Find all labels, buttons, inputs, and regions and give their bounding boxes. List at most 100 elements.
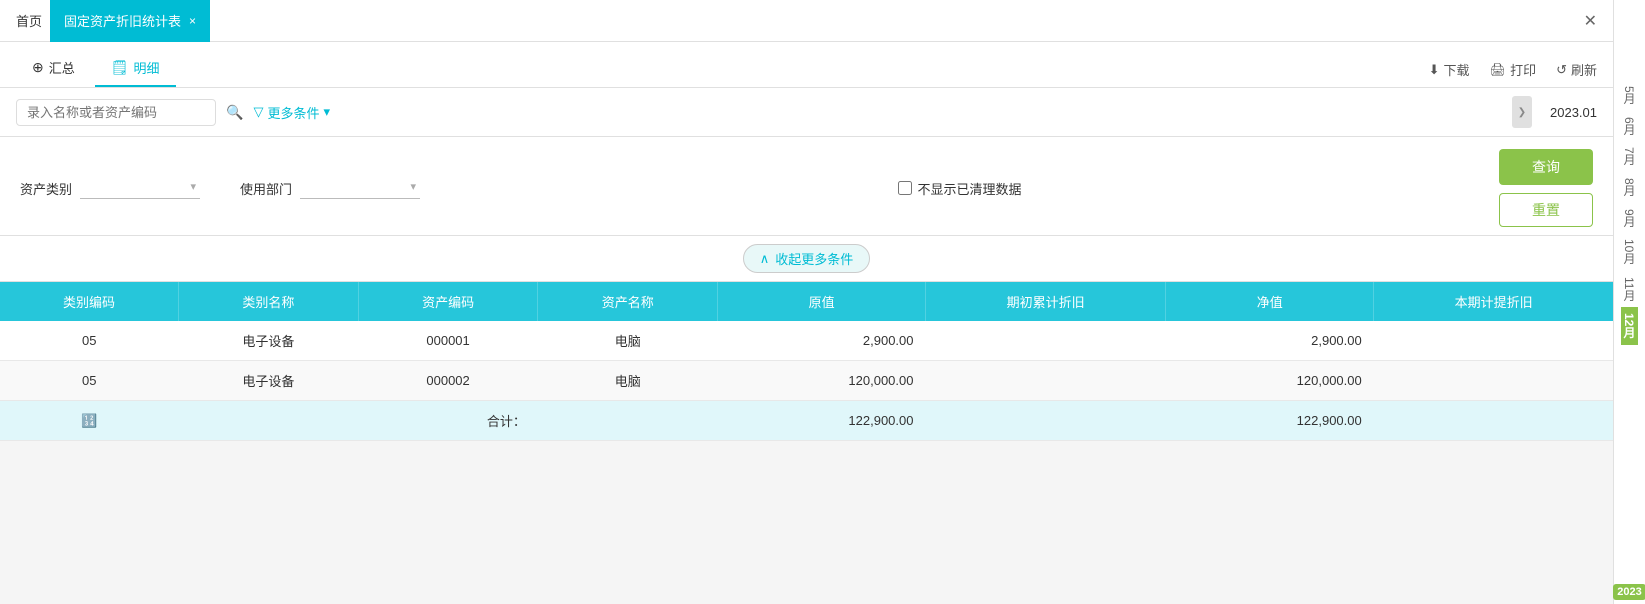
search-bar: 🔍 ▽ 更多条件 ▾ ❯ 2023.01	[0, 88, 1613, 137]
collapse-btn[interactable]: ∧ 收起更多条件	[743, 244, 871, 273]
table-header-row: 类别编码 类别名称 资产编码 资产名称 原值 期初累计折旧 净值 本期计提折旧	[0, 282, 1613, 321]
detail-icon: 🗒	[111, 59, 129, 76]
cell-accum-depr	[926, 361, 1166, 401]
sidebar-month[interactable]: 9月	[1621, 203, 1638, 234]
dept-select[interactable]	[300, 177, 420, 199]
tab-label: 固定资产折旧统计表	[64, 11, 181, 30]
download-btn[interactable]: ⬇ 下载	[1429, 60, 1470, 79]
print-icon: 🖨	[1490, 62, 1507, 78]
table-total-row: 🔢 合计： 122,900.00 122,900.00	[0, 401, 1613, 441]
asset-type-label: 资产类别	[20, 179, 72, 198]
summary-icon: ⊕	[32, 59, 44, 76]
total-net-value: 122,900.00	[1166, 401, 1374, 441]
cell-asset-code: 000002	[358, 361, 538, 401]
cell-net-value: 120,000.00	[1166, 361, 1374, 401]
sidebar-toggle-btn[interactable]: ❯	[1512, 96, 1532, 128]
total-accum-depr	[926, 401, 1166, 441]
sidebar-month[interactable]: 6月	[1621, 111, 1638, 142]
col-header-original: 原值	[718, 282, 926, 321]
window-close-btn[interactable]: ✕	[1584, 11, 1597, 31]
cell-current-depr	[1374, 361, 1613, 401]
dept-select-wrapper[interactable]	[300, 177, 420, 199]
cell-accum-depr	[926, 321, 1166, 361]
search-icon[interactable]: 🔍	[226, 104, 243, 121]
col-header-asset-code: 资产编码	[358, 282, 538, 321]
dept-label: 使用部门	[240, 179, 292, 198]
filter-row: 资产类别 使用部门 不显示已清理数据	[20, 149, 1593, 227]
col-header-code: 类别编码	[0, 282, 179, 321]
refresh-label: 刷新	[1571, 60, 1597, 79]
sidebar-month[interactable]: 11月	[1621, 271, 1638, 307]
print-btn[interactable]: 🖨 打印	[1490, 60, 1537, 79]
cell-category: 电子设备	[179, 361, 359, 401]
sidebar-month[interactable]: 12月	[1621, 307, 1638, 344]
no-cleared-group: 不显示已清理数据	[898, 179, 1022, 198]
tab-detail[interactable]: 🗒 明细	[95, 49, 176, 87]
top-nav: 首页 固定资产折旧统计表 × ✕	[0, 0, 1613, 42]
col-header-accum-depr: 期初累计折旧	[926, 282, 1166, 321]
total-icon-cell: 🔢	[0, 401, 179, 441]
table-row: 05 电子设备 000001 电脑 2,900.00 2,900.00	[0, 321, 1613, 361]
query-btn[interactable]: 查询	[1499, 149, 1593, 185]
cell-asset-name: 电脑	[538, 361, 718, 401]
no-cleared-label: 不显示已清理数据	[918, 179, 1022, 198]
year-badge[interactable]: 2023	[1613, 584, 1645, 600]
sidebar-month[interactable]: 7月	[1621, 141, 1638, 172]
download-label: 下载	[1444, 60, 1470, 79]
cell-asset-name: 电脑	[538, 321, 718, 361]
asset-type-select-wrapper[interactable]	[80, 177, 200, 199]
total-current-depr	[1374, 401, 1613, 441]
reset-btn[interactable]: 重置	[1499, 193, 1593, 227]
toolbar-actions: ⬇ 下载 🖨 打印 ↺ 刷新	[1429, 60, 1597, 87]
collapse-label: 收起更多条件	[775, 249, 853, 268]
search-input[interactable]	[16, 99, 216, 126]
cell-asset-code: 000001	[358, 321, 538, 361]
print-label: 打印	[1510, 60, 1536, 79]
cell-original: 2,900.00	[718, 321, 926, 361]
total-label: 合计：	[179, 401, 538, 441]
col-header-asset-name: 资产名称	[538, 282, 718, 321]
sub-tab-bar: ⊕ 汇总 🗒 明细 ⬇ 下载 🖨 打印 ↺ 刷新	[0, 42, 1613, 88]
col-header-net-value: 净值	[1166, 282, 1374, 321]
cell-original: 120,000.00	[718, 361, 926, 401]
cell-category: 电子设备	[179, 321, 359, 361]
data-table: 类别编码 类别名称 资产编码 资产名称 原值 期初累计折旧 净值 本期计提折旧 …	[0, 282, 1613, 441]
sidebar-month[interactable]: 5月	[1621, 80, 1638, 111]
no-cleared-checkbox[interactable]	[898, 181, 912, 195]
cell-code: 05	[0, 321, 179, 361]
table-row: 05 电子设备 000002 电脑 120,000.00 120,000.00	[0, 361, 1613, 401]
tab-close-btn[interactable]: ×	[189, 14, 196, 28]
cell-current-depr	[1374, 321, 1613, 361]
more-filter-label: 更多条件	[267, 103, 319, 122]
collapse-bar: ∧ 收起更多条件	[0, 236, 1613, 282]
more-filter-btn[interactable]: ▽ 更多条件 ▾	[253, 103, 330, 122]
chevron-right-icon: ❯	[1518, 107, 1526, 118]
refresh-icon: ↺	[1556, 62, 1567, 78]
total-original: 122,900.00	[718, 401, 926, 441]
refresh-btn[interactable]: ↺ 刷新	[1556, 60, 1597, 79]
filter-btn-group: 查询 重置	[1499, 149, 1593, 227]
sidebar-month[interactable]: 10月	[1621, 233, 1638, 270]
date-label: 2023.01	[1550, 105, 1597, 120]
col-header-category: 类别名称	[179, 282, 359, 321]
cell-code: 05	[0, 361, 179, 401]
dept-field: 使用部门	[240, 177, 420, 199]
home-nav[interactable]: 首页	[16, 11, 42, 30]
filter-panel: 资产类别 使用部门 不显示已清理数据	[0, 137, 1613, 236]
total-asset-name	[538, 401, 718, 441]
filter-icon: ▽	[253, 104, 263, 120]
download-icon: ⬇	[1429, 62, 1440, 78]
asset-type-field: 资产类别	[20, 177, 200, 199]
asset-type-select[interactable]	[80, 177, 200, 199]
data-table-container: 类别编码 类别名称 资产编码 资产名称 原值 期初累计折旧 净值 本期计提折旧 …	[0, 282, 1613, 441]
collapse-icon: ∧	[760, 251, 770, 267]
sidebar-month[interactable]: 8月	[1621, 172, 1638, 203]
more-filter-chevron: ▾	[323, 104, 330, 120]
cell-net-value: 2,900.00	[1166, 321, 1374, 361]
tab-summary-label: 汇总	[49, 58, 75, 77]
tab-detail-label: 明细	[134, 58, 160, 77]
col-header-current-depr: 本期计提折旧	[1374, 282, 1613, 321]
tab-summary[interactable]: ⊕ 汇总	[16, 49, 91, 87]
active-tab[interactable]: 固定资产折旧统计表 ×	[50, 0, 210, 42]
right-sidebar: 5月6月7月8月9月10月11月12月 2023	[1613, 0, 1645, 604]
